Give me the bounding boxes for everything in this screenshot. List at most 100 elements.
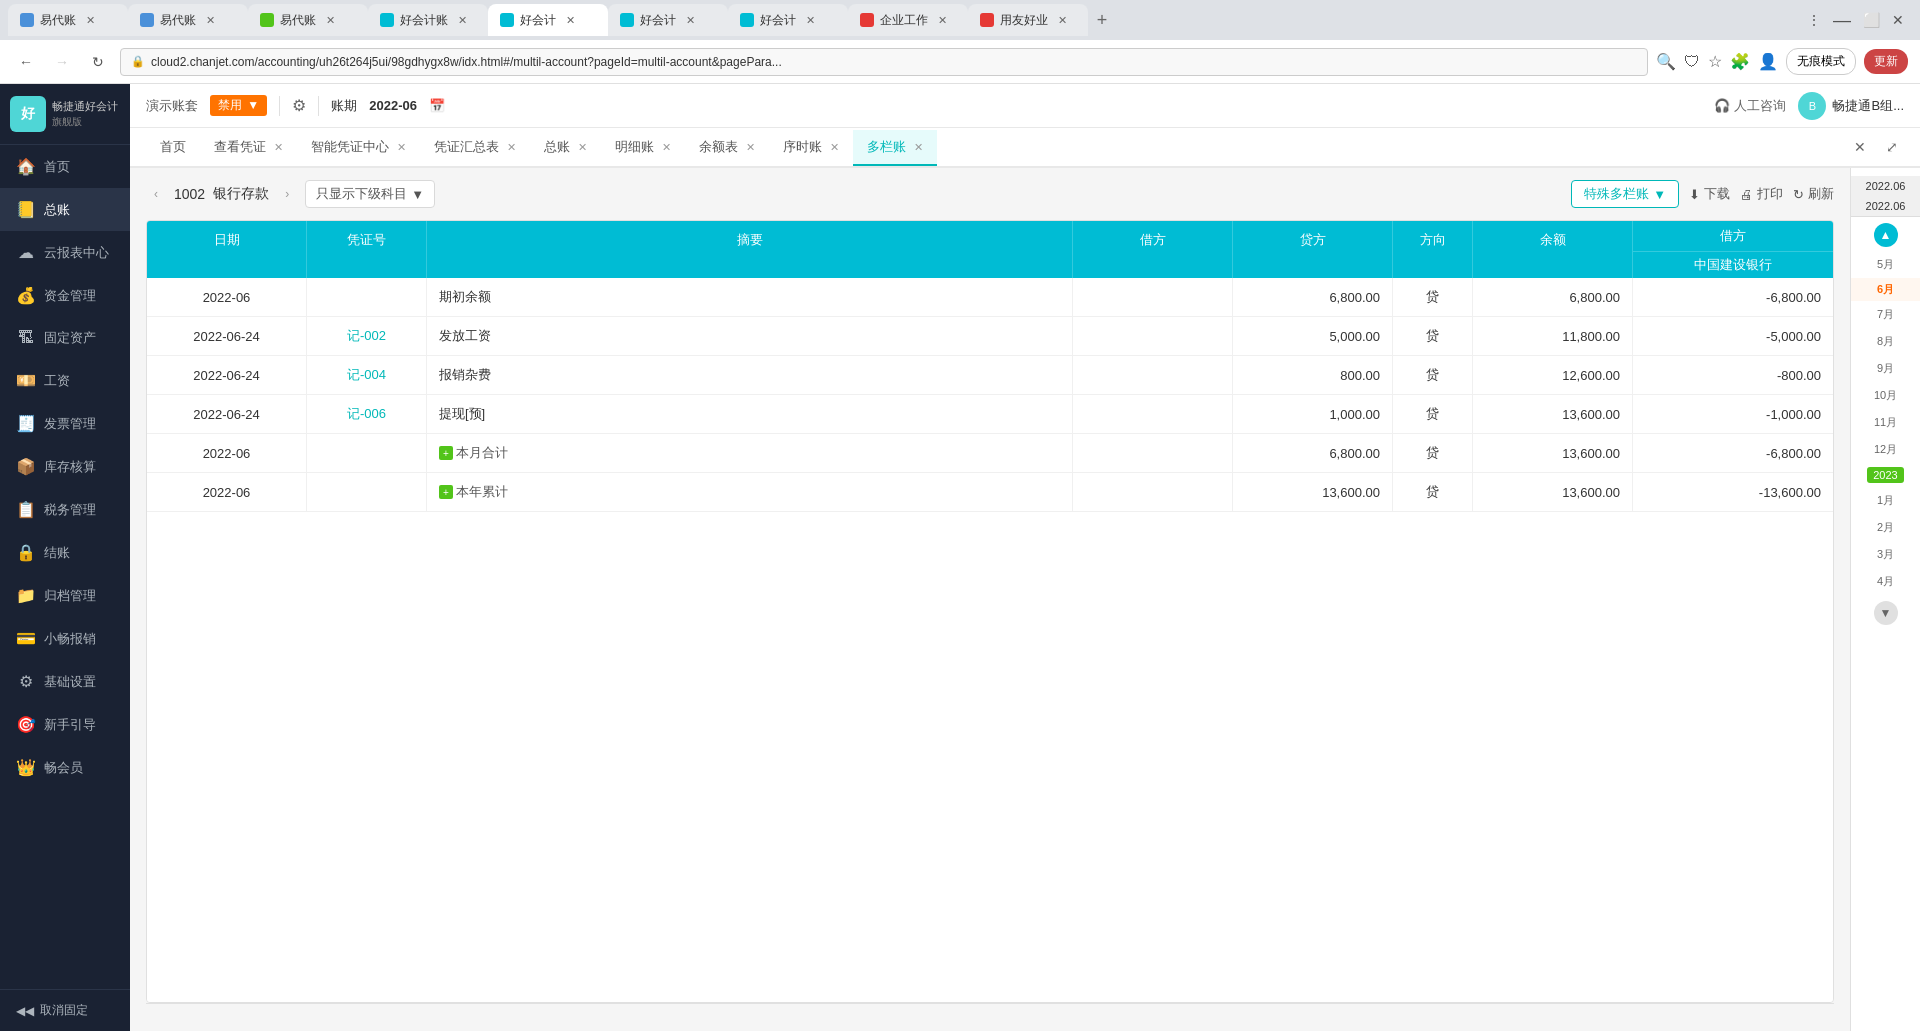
settings-gear-button[interactable]: ⚙: [292, 96, 306, 115]
tab-close-1[interactable]: ✕: [86, 14, 95, 27]
profile-icon[interactable]: 👤: [1758, 52, 1778, 71]
month-2[interactable]: 2月: [1877, 514, 1894, 541]
reload-button[interactable]: ↻: [84, 48, 112, 76]
tab-detail-ledger-close[interactable]: ✕: [662, 141, 671, 154]
sidebar-item-home[interactable]: 🏠 首页: [0, 145, 130, 188]
tab-close-4[interactable]: ✕: [458, 14, 467, 27]
maximize-button[interactable]: ⬜: [1863, 12, 1880, 28]
sidebar-item-assets[interactable]: 🏗 固定资产: [0, 317, 130, 359]
sidebar-item-funds[interactable]: 💰 资金管理: [0, 274, 130, 317]
browser-tab-3[interactable]: 易代账 ✕: [248, 4, 368, 36]
tab-smart-voucher-close[interactable]: ✕: [397, 141, 406, 154]
voucher-link-1[interactable]: 记-002: [347, 327, 386, 345]
horizontal-scrollbar[interactable]: [146, 1003, 1834, 1019]
month-12[interactable]: 12月: [1874, 436, 1897, 463]
tab-close-6[interactable]: ✕: [686, 14, 695, 27]
account-nav-next[interactable]: ›: [277, 184, 297, 204]
filter-dropdown-button[interactable]: 只显示下级科目 ▼: [305, 180, 435, 208]
tab-list-button[interactable]: ⋮: [1807, 12, 1821, 28]
browser-tab-8[interactable]: 企业工作 ✕: [848, 4, 968, 36]
extension-icon[interactable]: 🧩: [1730, 52, 1750, 71]
tab-close-panel-button[interactable]: ✕: [1848, 135, 1872, 159]
tab-close-2[interactable]: ✕: [206, 14, 215, 27]
voucher-link-3[interactable]: 记-006: [347, 405, 386, 423]
tab-close-7[interactable]: ✕: [806, 14, 815, 27]
sidebar-item-ledger[interactable]: 📒 总账: [0, 188, 130, 231]
browser-tab-6[interactable]: 好会计 ✕: [608, 4, 728, 36]
tab-sequence-ledger-close[interactable]: ✕: [830, 141, 839, 154]
month-5[interactable]: 5月: [1877, 251, 1894, 278]
browser-tab-2[interactable]: 易代账 ✕: [128, 4, 248, 36]
month-10[interactable]: 10月: [1874, 382, 1897, 409]
voucher-link-2[interactable]: 记-004: [347, 366, 386, 384]
special-multi-col-button[interactable]: 特殊多栏账 ▼: [1571, 180, 1679, 208]
tab-balance-table-close[interactable]: ✕: [746, 141, 755, 154]
browser-tab-4[interactable]: 好会计账 ✕: [368, 4, 488, 36]
download-button[interactable]: ⬇ 下载: [1689, 185, 1730, 203]
tab-detail-ledger[interactable]: 明细账 ✕: [601, 130, 685, 166]
tab-close-9[interactable]: ✕: [1058, 14, 1067, 27]
month-3[interactable]: 3月: [1877, 541, 1894, 568]
sidebar-item-reports[interactable]: ☁ 云报表中心: [0, 231, 130, 274]
refresh-icon: ↻: [1793, 187, 1804, 202]
month-9[interactable]: 9月: [1877, 355, 1894, 382]
tab-close-3[interactable]: ✕: [326, 14, 335, 27]
pin-button[interactable]: ◀◀ 取消固定: [0, 989, 130, 1031]
month-4[interactable]: 4月: [1877, 568, 1894, 595]
incognito-button[interactable]: 无痕模式: [1786, 48, 1856, 75]
tab-close-8[interactable]: ✕: [938, 14, 947, 27]
month-6-active[interactable]: 6月: [1851, 278, 1920, 301]
browser-tab-7[interactable]: 好会计 ✕: [728, 4, 848, 36]
forward-button[interactable]: →: [48, 48, 76, 76]
account-nav-prev[interactable]: ‹: [146, 184, 166, 204]
sidebar-item-archive[interactable]: 📁 归档管理: [0, 574, 130, 617]
tab-close-5[interactable]: ✕: [566, 14, 575, 27]
bookmark-icon[interactable]: ☆: [1708, 52, 1722, 71]
browser-tab-9[interactable]: 用友好业 ✕: [968, 4, 1088, 36]
month-8[interactable]: 8月: [1877, 328, 1894, 355]
sidebar-item-salary[interactable]: 💴 工资: [0, 359, 130, 402]
refresh-button[interactable]: ↻ 刷新: [1793, 185, 1834, 203]
tab-voucher-view[interactable]: 查看凭证 ✕: [200, 130, 297, 166]
calendar-icon[interactable]: 📅: [429, 98, 445, 113]
badge-dropdown-icon[interactable]: ▼: [247, 98, 259, 112]
tab-general-ledger-close[interactable]: ✕: [578, 141, 587, 154]
minimize-button[interactable]: —: [1833, 10, 1851, 31]
browser-tab-5[interactable]: 好会计 ✕: [488, 4, 608, 36]
close-window-button[interactable]: ✕: [1892, 12, 1904, 28]
shield-icon[interactable]: 🛡: [1684, 53, 1700, 71]
search-icon[interactable]: 🔍: [1656, 52, 1676, 71]
user-avatar[interactable]: B: [1798, 92, 1826, 120]
month-11[interactable]: 11月: [1874, 409, 1897, 436]
tab-smart-voucher[interactable]: 智能凭证中心 ✕: [297, 130, 420, 166]
new-tab-button[interactable]: +: [1088, 6, 1116, 34]
tab-expand-button[interactable]: ⤢: [1880, 135, 1904, 159]
sidebar-item-settings[interactable]: ⚙ 基础设置: [0, 660, 130, 703]
sidebar-item-vip[interactable]: 👑 畅会员: [0, 746, 130, 789]
tab-voucher-summary-close[interactable]: ✕: [507, 141, 516, 154]
tab-sequence-ledger[interactable]: 序时账 ✕: [769, 130, 853, 166]
sidebar-item-guide[interactable]: 🎯 新手引导: [0, 703, 130, 746]
month-7[interactable]: 7月: [1877, 301, 1894, 328]
back-button[interactable]: ←: [12, 48, 40, 76]
sidebar-item-closing[interactable]: 🔒 结账: [0, 531, 130, 574]
address-bar[interactable]: 🔒 cloud2.chanjet.com/accounting/uh26t264…: [120, 48, 1648, 76]
browser-tab-1[interactable]: 易代账 ✕: [8, 4, 128, 36]
tab-general-ledger[interactable]: 总账 ✕: [530, 130, 601, 166]
print-button[interactable]: 🖨 打印: [1740, 185, 1783, 203]
month-1[interactable]: 1月: [1877, 487, 1894, 514]
scroll-down-button[interactable]: ▼: [1874, 601, 1898, 625]
tab-voucher-summary[interactable]: 凭证汇总表 ✕: [420, 130, 530, 166]
tab-voucher-view-close[interactable]: ✕: [274, 141, 283, 154]
update-button[interactable]: 更新: [1864, 49, 1908, 74]
tab-multi-col-ledger-close[interactable]: ✕: [914, 141, 923, 154]
sidebar-item-invoice[interactable]: 🧾 发票管理: [0, 402, 130, 445]
tab-multi-col-ledger[interactable]: 多栏账 ✕: [853, 130, 937, 166]
scroll-up-button[interactable]: ▲: [1874, 223, 1898, 247]
tab-balance-table[interactable]: 余额表 ✕: [685, 130, 769, 166]
sidebar-item-expense[interactable]: 💳 小畅报销: [0, 617, 130, 660]
sidebar-item-inventory[interactable]: 📦 库存核算: [0, 445, 130, 488]
tab-home[interactable]: 首页: [146, 130, 200, 166]
sidebar-item-tax[interactable]: 📋 税务管理: [0, 488, 130, 531]
service-button[interactable]: 🎧 人工咨询: [1714, 97, 1786, 115]
